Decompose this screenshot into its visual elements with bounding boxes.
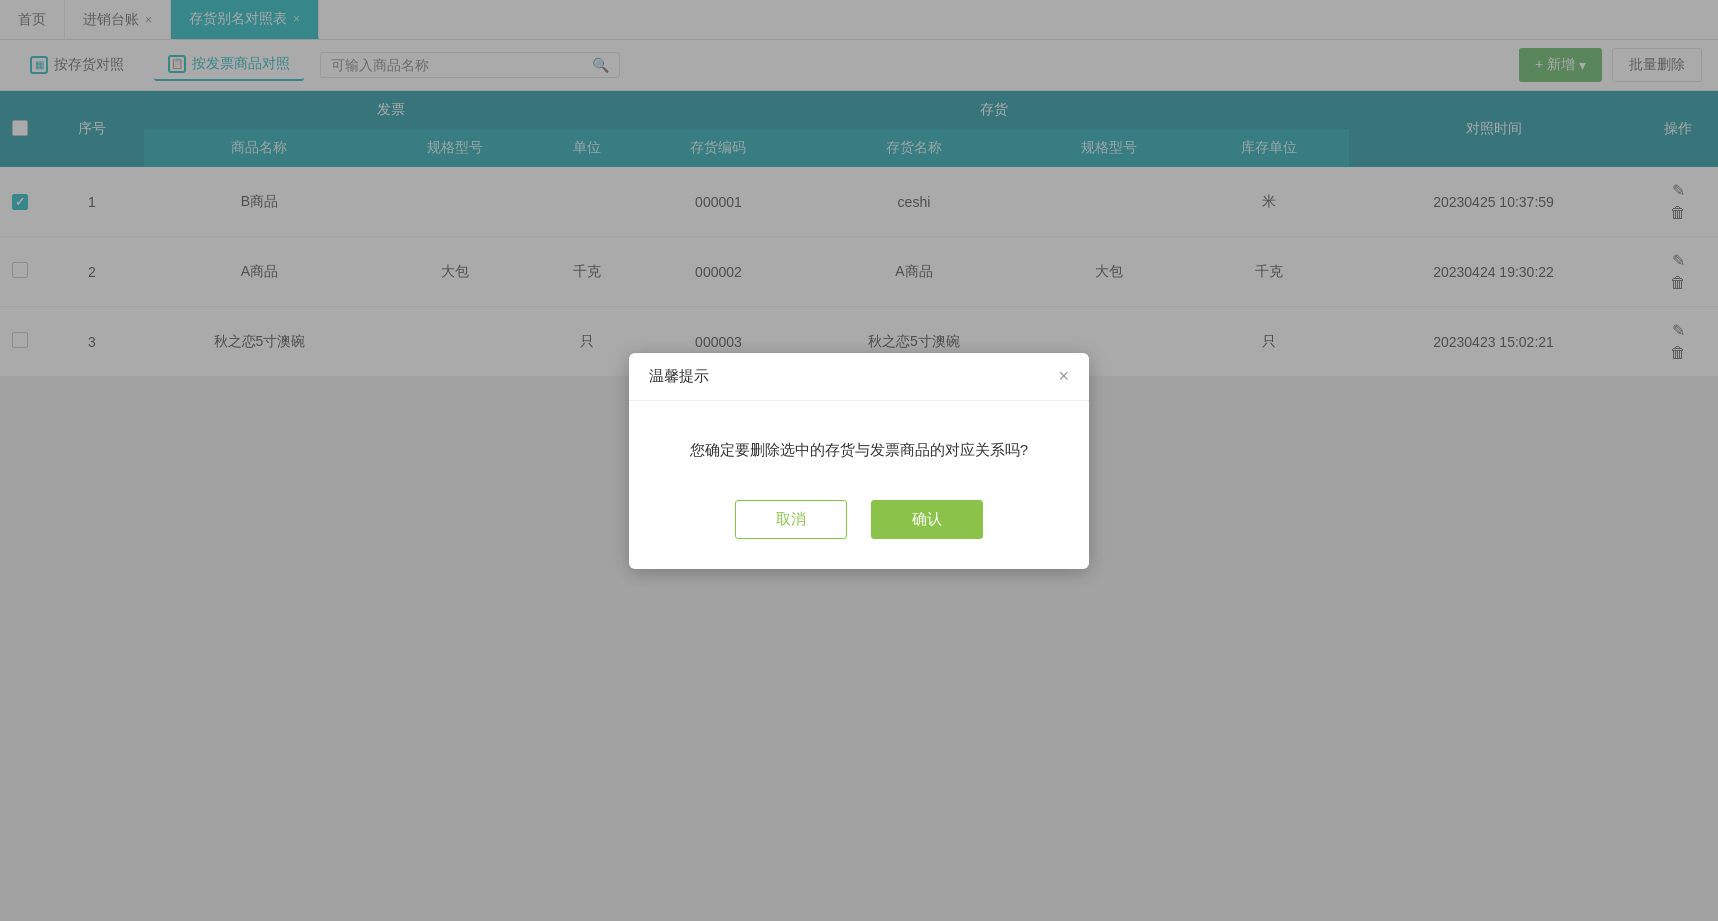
dialog-header: 温馨提示 × — [629, 353, 1089, 378]
dialog-overlay: 温馨提示 × 您确定要删除选中的存货与发票商品的对应关系吗? 取消 确认 — [0, 0, 1718, 377]
confirm-dialog: 温馨提示 × 您确定要删除选中的存货与发票商品的对应关系吗? 取消 确认 — [629, 353, 1089, 378]
dialog-close-button[interactable]: × — [1058, 367, 1069, 377]
dialog-title: 温馨提示 — [649, 367, 709, 378]
